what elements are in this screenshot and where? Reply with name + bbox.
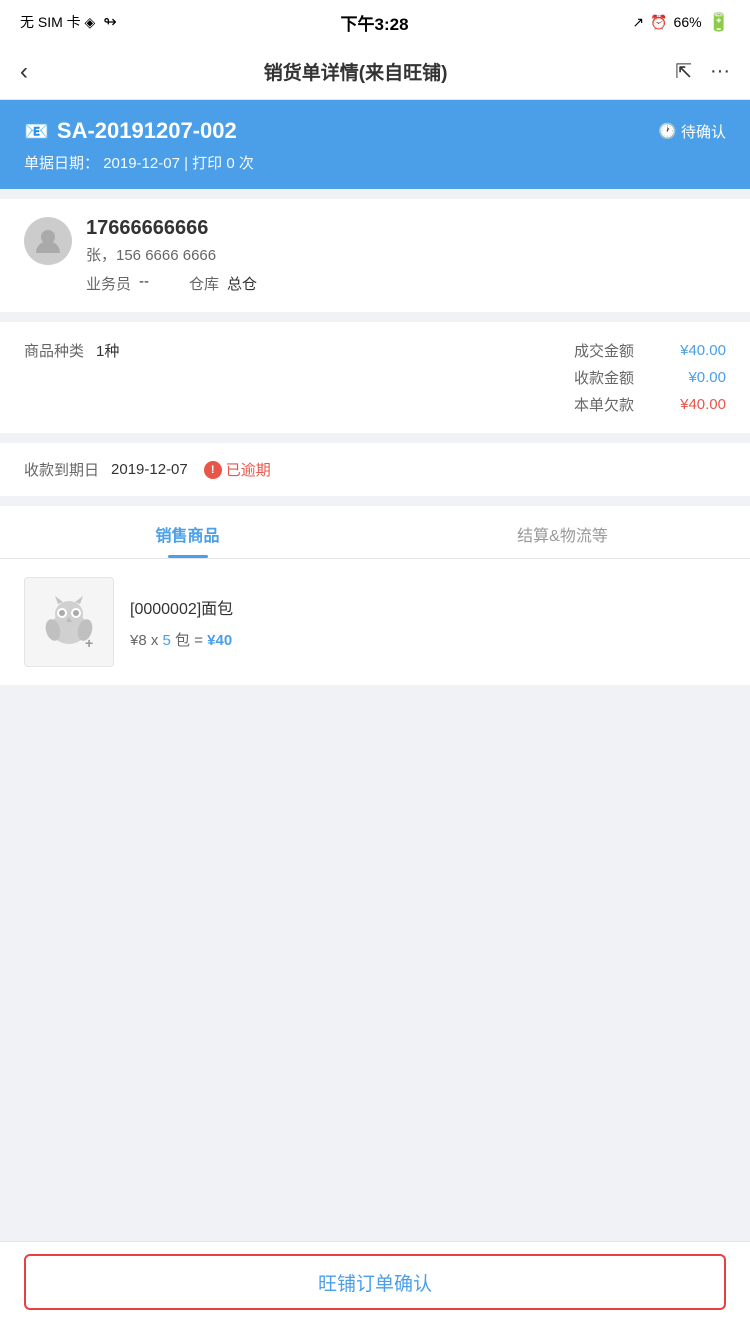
- order-number: 📧 SA-20191207-002: [24, 118, 237, 144]
- customer-section: 17666666666 张，156 6666 6666 业务员 -- 仓库 总仓: [0, 199, 750, 312]
- salesperson-item: 业务员 --: [86, 273, 149, 294]
- receipt-value: ¥0.00: [646, 369, 726, 386]
- product-thumbnail: +: [24, 577, 114, 667]
- product-type-label: 商品种类: [24, 340, 84, 361]
- product-total: ¥40: [207, 632, 232, 649]
- overdue-badge: ! 已逾期: [204, 459, 271, 480]
- battery-text: 66%: [674, 14, 702, 30]
- product-info: [0000002]面包 ¥8 x 5 包 = ¥40: [130, 595, 726, 650]
- tabs-section: 销售商品 结算&物流等: [0, 506, 750, 685]
- product-price: ¥8: [130, 632, 147, 649]
- tab-products[interactable]: 销售商品: [0, 506, 375, 558]
- date-value: 2019-12-07: [103, 155, 180, 172]
- order-date-row: 单据日期： 2019-12-07 | 打印 0 次: [24, 152, 726, 173]
- nav-actions: ⇱ ···: [675, 59, 730, 84]
- product-calc: ¥8 x 5 包 = ¥40: [130, 629, 726, 650]
- wifi-icon: ↬: [103, 12, 116, 32]
- tabs-row: 销售商品 结算&物流等: [0, 506, 750, 559]
- overdue-icon: !: [204, 461, 222, 479]
- salesperson-value: --: [139, 273, 149, 294]
- tab-settlement[interactable]: 结算&物流等: [375, 506, 750, 558]
- warehouse-item: 仓库 总仓: [189, 273, 257, 294]
- receipt-row: 收款金额 ¥0.00: [574, 367, 726, 388]
- status-text: 待确认: [681, 121, 726, 142]
- debt-row: 本单欠款 ¥40.00: [574, 394, 726, 415]
- product-type-area: 商品种类 1种: [24, 340, 574, 361]
- status-right: ↗ ⏰ 66% 🔋: [632, 12, 730, 33]
- no-sim-text: 无 SIM 卡 ◈: [20, 12, 95, 32]
- amount-row: 成交金额 ¥40.00: [574, 340, 726, 361]
- status-left: 无 SIM 卡 ◈ ↬: [20, 12, 117, 32]
- print-info: | 打印 0 次: [184, 155, 254, 172]
- battery-icon: 🔋: [708, 12, 730, 33]
- date-label: 单据日期：: [24, 155, 99, 172]
- nav-bar: ‹ 销货单详情(来自旺铺) ⇱ ···: [0, 44, 750, 100]
- customer-name: 张，156 6666 6666: [86, 244, 726, 265]
- location-icon: ↗: [632, 14, 644, 31]
- order-header: 📧 SA-20191207-002 🕐 待确认 单据日期： 2019-12-07…: [0, 100, 750, 189]
- product-name: [0000002]面包: [130, 595, 726, 619]
- status-time: 下午3:28: [341, 10, 409, 35]
- product-unit: 包: [175, 632, 190, 649]
- customer-phone: 17666666666: [86, 217, 726, 240]
- order-status: 🕐 待确认: [658, 121, 726, 142]
- amount-label: 成交金额: [574, 340, 634, 361]
- share-icon[interactable]: ⇱: [675, 59, 692, 84]
- status-bar: 无 SIM 卡 ◈ ↬ 下午3:28 ↗ ⏰ 66% 🔋: [0, 0, 750, 44]
- confirm-button[interactable]: 旺铺订单确认: [24, 1254, 726, 1310]
- status-clock-icon: 🕐: [658, 122, 677, 140]
- due-label: 收款到期日: [24, 459, 99, 480]
- avatar: [24, 217, 72, 265]
- empty-area: [0, 685, 750, 865]
- summary-section: 商品种类 1种 成交金额 ¥40.00 收款金额 ¥0.00 本单欠款 ¥40.…: [0, 322, 750, 433]
- alarm-icon: ⏰: [650, 14, 667, 31]
- product-item: + [0000002]面包 ¥8 x 5 包 = ¥40: [0, 559, 750, 685]
- customer-info: 17666666666 张，156 6666 6666 业务员 -- 仓库 总仓: [86, 217, 726, 294]
- warehouse-value: 总仓: [227, 273, 257, 294]
- page-title: 销货单详情(来自旺铺): [264, 58, 448, 85]
- bottom-bar: 旺铺订单确认: [0, 1241, 750, 1334]
- amounts-area: 成交金额 ¥40.00 收款金额 ¥0.00 本单欠款 ¥40.00: [574, 340, 726, 415]
- product-equals: =: [194, 632, 207, 649]
- salesperson-label: 业务员: [86, 273, 131, 294]
- svg-text:+: +: [85, 635, 93, 651]
- product-quantity: 5: [163, 632, 171, 649]
- due-date-value: 2019-12-07: [111, 461, 188, 478]
- order-number-text: SA-20191207-002: [57, 118, 237, 144]
- product-multiply: x: [151, 632, 163, 649]
- back-button[interactable]: ‹: [20, 54, 36, 90]
- overdue-text: 已逾期: [226, 459, 271, 480]
- order-icon: 📧: [24, 119, 49, 144]
- amount-value: ¥40.00: [646, 342, 726, 359]
- more-icon[interactable]: ···: [710, 60, 730, 83]
- debt-value: ¥40.00: [646, 396, 726, 413]
- product-type-value: 1种: [96, 340, 119, 361]
- warehouse-label: 仓库: [189, 273, 219, 294]
- receipt-label: 收款金额: [574, 367, 634, 388]
- customer-meta: 业务员 -- 仓库 总仓: [86, 273, 726, 294]
- due-date-section: 收款到期日 2019-12-07 ! 已逾期: [0, 443, 750, 496]
- debt-label: 本单欠款: [574, 394, 634, 415]
